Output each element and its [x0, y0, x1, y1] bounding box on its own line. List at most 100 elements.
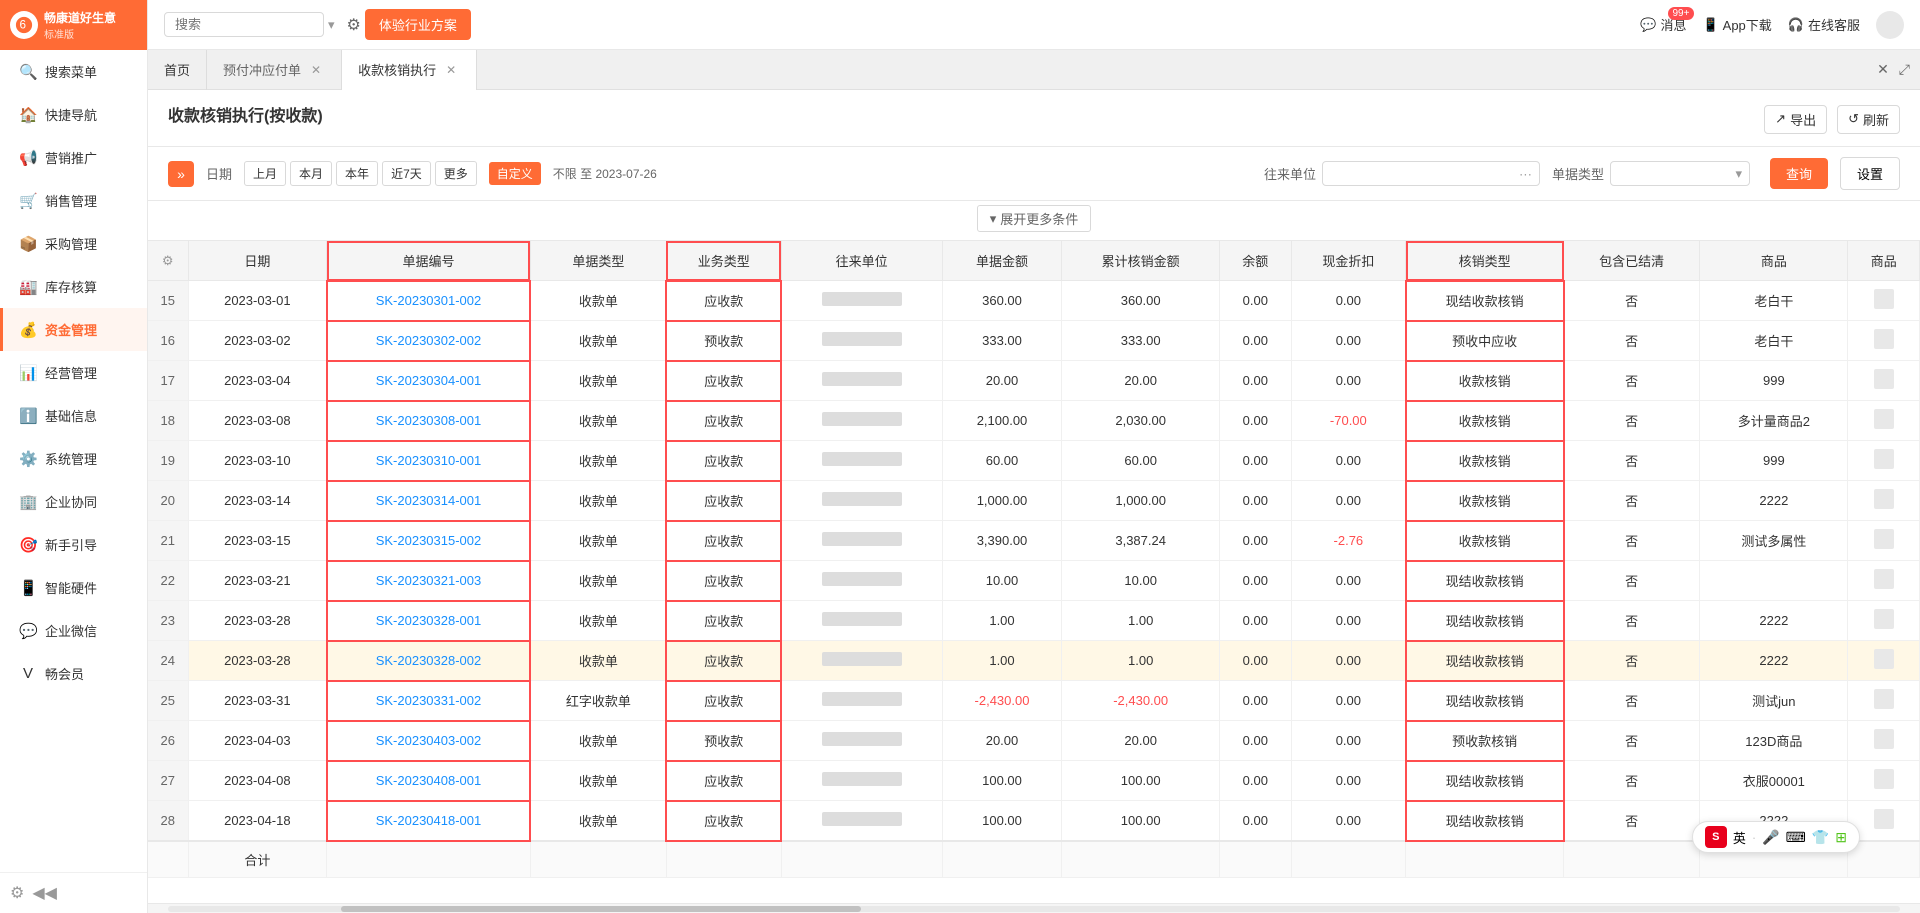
topbar-avatar[interactable] [1876, 11, 1904, 39]
cell-doc_type: 收款单 [530, 441, 666, 481]
sidebar-icon-search: 🔍 [19, 63, 37, 81]
date-option-0[interactable]: 上月 [244, 161, 286, 186]
topbar-gear-icon[interactable]: ⚙ [347, 15, 361, 35]
date-option-3[interactable]: 近7天 [382, 161, 431, 186]
date-option-2[interactable]: 本年 [336, 161, 378, 186]
cell-partner [781, 721, 942, 761]
collapse-icon[interactable]: ◀◀ [32, 883, 57, 903]
sidebar-item-finance[interactable]: 💰 资金管理 [0, 308, 147, 351]
topbar-brand: ▾ ⚙ 体验行业方案 [164, 9, 1628, 40]
expand-conditions-btn[interactable]: ▾ 展开更多条件 [977, 205, 1092, 232]
query-button[interactable]: 查询 [1770, 158, 1828, 189]
doc-no-link[interactable]: SK-20230302-002 [376, 333, 482, 348]
topbar-msg[interactable]: 💬 消息 99+ [1640, 15, 1686, 34]
cell-include_cleared: 否 [1564, 321, 1700, 361]
cell-amount: 60.00 [942, 441, 1062, 481]
custom-date-btn[interactable]: 自定义 [489, 162, 541, 185]
sidebar-item-system[interactable]: ⚙️ 系统管理 [0, 437, 147, 480]
sidebar-item-enterprise[interactable]: 🏢 企业协同 [0, 480, 147, 523]
expand-icon: ▾ [990, 211, 997, 227]
topbar-search-input[interactable] [164, 12, 324, 37]
sidebar-label-hardware: 智能硬件 [45, 578, 97, 597]
doc-type-select[interactable] [1610, 161, 1750, 186]
cell-include_cleared: 否 [1564, 801, 1700, 842]
cell-balance: 0.00 [1220, 641, 1291, 681]
unit-input[interactable] [1322, 161, 1540, 186]
tab-receipt-cancel[interactable]: 收款核销执行✕ [342, 50, 477, 90]
sidebar-item-base[interactable]: ℹ️ 基础信息 [0, 394, 147, 437]
sogou-keyboard-icon[interactable]: ⌨ [1786, 829, 1806, 846]
cell-index: 18 [148, 401, 188, 441]
doc-no-link[interactable]: SK-20230310-001 [376, 453, 482, 468]
sidebar-item-hardware[interactable]: 📱 智能硬件 [0, 566, 147, 609]
col-header-cash_discount: 现金折扣 [1291, 241, 1406, 281]
tab-payable[interactable]: 预付冲应付单✕ [207, 50, 342, 90]
doc-no-link[interactable]: SK-20230308-001 [376, 413, 482, 428]
cell-partner [781, 801, 942, 842]
cell-cancel_type: 收款核销 [1406, 401, 1564, 441]
doc-no-link[interactable]: SK-20230403-002 [376, 733, 482, 748]
cell-doc_type: 收款单 [530, 721, 666, 761]
footer-cell-cash_discount [1291, 841, 1406, 878]
settings-icon[interactable]: ⚙ [10, 883, 24, 903]
sidebar-item-operation[interactable]: 📊 经营管理 [0, 351, 147, 394]
data-table: ⚙日期单据编号单据类型业务类型往来单位单据金额累计核销金额余额现金折扣核销类型包… [148, 241, 1920, 878]
msg-badge: 99+ [1668, 7, 1695, 20]
cell-cash_discount: 0.00 [1291, 641, 1406, 681]
sidebar-item-inventory[interactable]: 🏭 库存核算 [0, 265, 147, 308]
refresh-button[interactable]: ↺ 刷新 [1837, 105, 1900, 134]
doc-no-link[interactable]: SK-20230331-002 [376, 693, 482, 708]
tab-close-all-icon[interactable]: ✕ [1877, 61, 1889, 78]
cell-partner [781, 401, 942, 441]
sidebar-item-purchase[interactable]: 📦 采购管理 [0, 222, 147, 265]
cell-doc_no: SK-20230310-001 [327, 441, 531, 481]
sogou-shirt-icon[interactable]: 👕 [1812, 829, 1829, 846]
doc-no-link[interactable]: SK-20230301-002 [376, 293, 482, 308]
sogou-mic-icon[interactable]: 🎤 [1762, 829, 1779, 846]
topbar-service[interactable]: 🎧 在线客服 [1788, 15, 1860, 34]
filter-toggle-btn[interactable]: » [168, 161, 194, 187]
cell-cancel_amount: 20.00 [1062, 721, 1220, 761]
doc-no-link[interactable]: SK-20230304-001 [376, 373, 482, 388]
sidebar-item-marketing[interactable]: 📢 营销推广 [0, 136, 147, 179]
tab-expand-icon[interactable]: ⤢ [1899, 61, 1910, 78]
cell-cash_discount: 0.00 [1291, 601, 1406, 641]
sogou-more-icon[interactable]: ⊞ [1835, 829, 1847, 846]
cell-doc_type: 收款单 [530, 641, 666, 681]
sidebar-item-guide[interactable]: 🎯 新手引导 [0, 523, 147, 566]
cell-amount: 3,390.00 [942, 521, 1062, 561]
partner-masked [822, 812, 902, 826]
cell-cancel_type: 收款核销 [1406, 361, 1564, 401]
doc-no-link[interactable]: SK-20230408-001 [376, 773, 482, 788]
cell-date: 2023-03-28 [188, 641, 327, 681]
cell-index: 22 [148, 561, 188, 601]
tab-close-receipt-cancel[interactable]: ✕ [442, 61, 460, 79]
cell-product2 [1848, 321, 1920, 361]
cell-date: 2023-03-15 [188, 521, 327, 561]
sidebar-item-vip[interactable]: V 畅会员 [0, 652, 147, 695]
cell-product2 [1848, 401, 1920, 441]
main-area: ▾ ⚙ 体验行业方案 💬 消息 99+ 📱 App下载 🎧 在线客服 首页预付冲… [148, 0, 1920, 913]
date-option-1[interactable]: 本月 [290, 161, 332, 186]
topbar-solution-btn[interactable]: 体验行业方案 [365, 9, 471, 40]
doc-no-link[interactable]: SK-20230321-003 [376, 573, 482, 588]
doc-no-link[interactable]: SK-20230328-001 [376, 613, 482, 628]
cell-balance: 0.00 [1220, 761, 1291, 801]
tab-home[interactable]: 首页 [148, 50, 207, 90]
cell-doc_type: 收款单 [530, 321, 666, 361]
tab-close-payable[interactable]: ✕ [307, 61, 325, 79]
export-button[interactable]: ↗ 导出 [1764, 105, 1827, 134]
sidebar-item-wechat[interactable]: 💬 企业微信 [0, 609, 147, 652]
col-settings-icon[interactable]: ⚙ [162, 253, 174, 268]
doc-no-link[interactable]: SK-20230418-001 [376, 813, 482, 828]
doc-no-link[interactable]: SK-20230328-002 [376, 653, 482, 668]
doc-no-link[interactable]: SK-20230315-002 [376, 533, 482, 548]
filter-settings-button[interactable]: 设置 [1840, 157, 1900, 190]
date-option-4[interactable]: 更多 [435, 161, 477, 186]
sidebar-item-sales[interactable]: 🛒 销售管理 [0, 179, 147, 222]
doc-no-link[interactable]: SK-20230314-001 [376, 493, 482, 508]
sidebar-item-search[interactable]: 🔍 搜索菜单 [0, 50, 147, 93]
table-scrollbar[interactable] [148, 903, 1920, 913]
topbar-app[interactable]: 📱 App下载 [1702, 15, 1771, 34]
sidebar-item-shortcut[interactable]: 🏠 快捷导航 [0, 93, 147, 136]
